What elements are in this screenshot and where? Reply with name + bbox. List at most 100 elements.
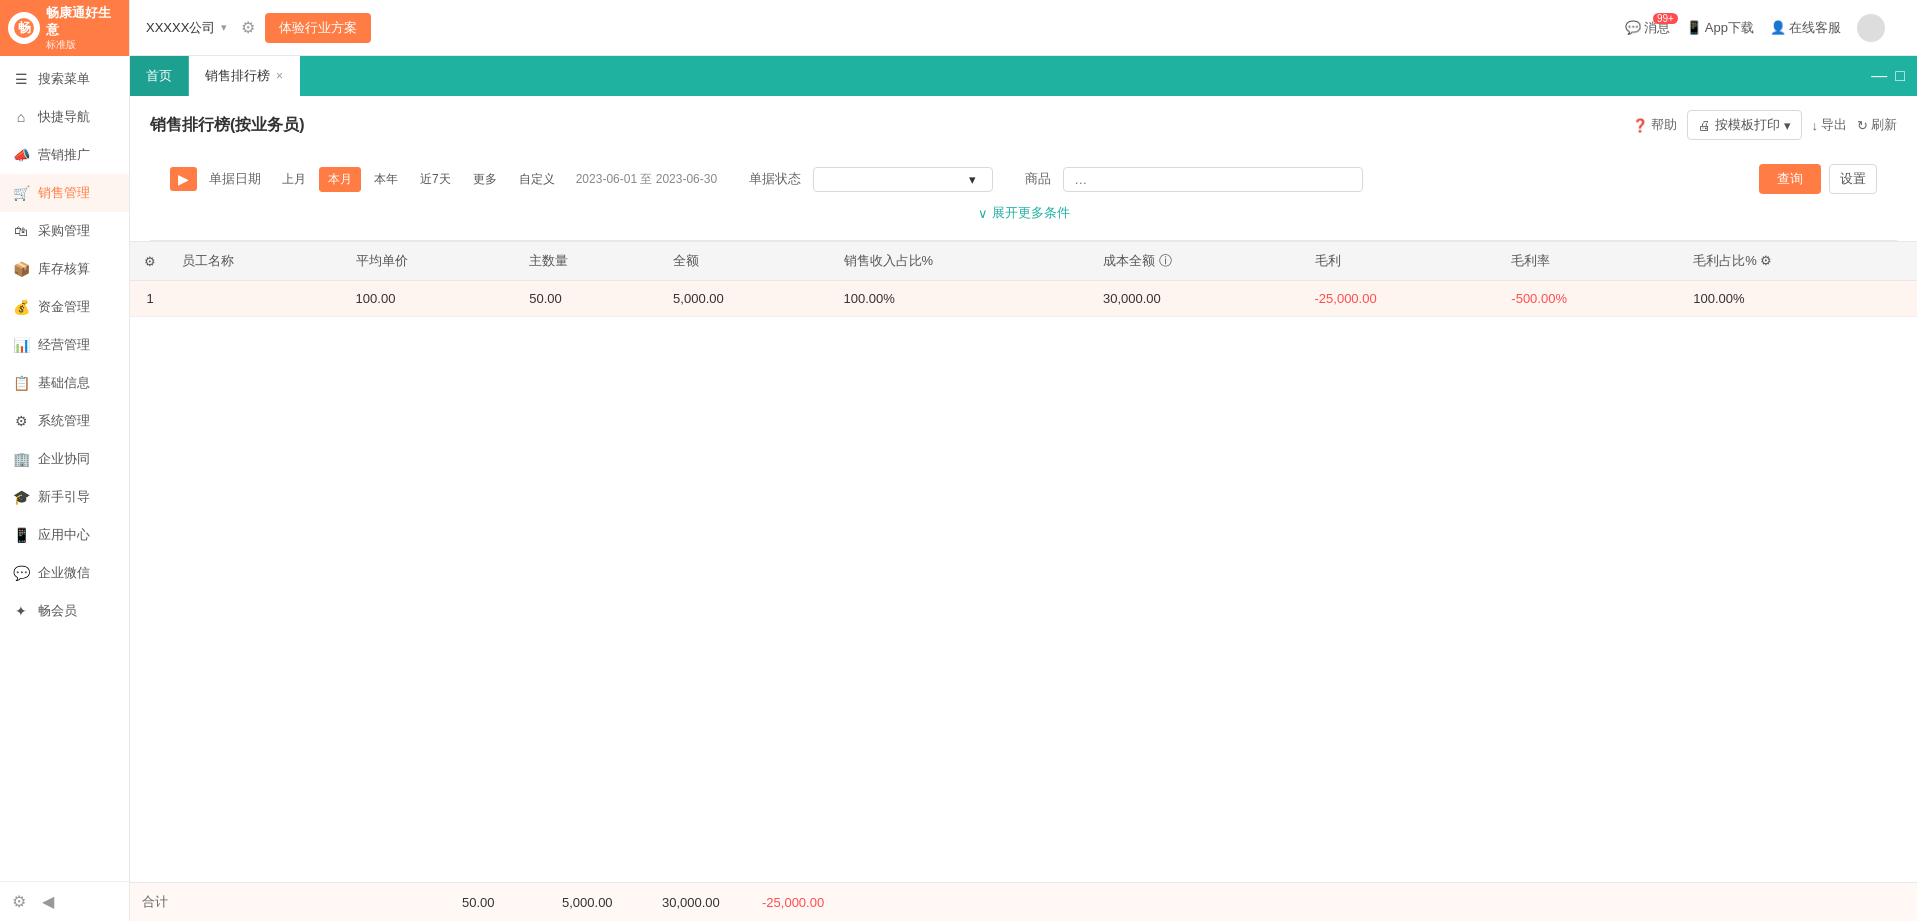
cell-gross-rate: -500.00%	[1499, 281, 1681, 317]
col-avg-price: 平均单价	[344, 242, 518, 281]
page-title: 销售排行榜(按业务员)	[150, 115, 305, 136]
guide-icon: 🎓	[12, 489, 30, 505]
topbar-gear-icon[interactable]: ⚙	[241, 18, 255, 37]
col-gross-rate: 毛利率	[1499, 242, 1681, 281]
sidebar-item-system[interactable]: ⚙ 系统管理	[0, 402, 129, 440]
sidebar-item-quick-nav[interactable]: ⌂ 快捷导航	[0, 98, 129, 136]
query-button[interactable]: 查询	[1759, 164, 1821, 194]
cell-avg-price: 100.00	[344, 281, 518, 317]
topbar-right: 💬 消息 99+ 📱 App下载 👤 在线客服	[1625, 14, 1901, 42]
cell-amount: 5,000.00	[661, 281, 831, 317]
system-icon: ⚙	[12, 413, 30, 429]
sidebar-item-member[interactable]: ✦ 畅会员	[0, 592, 129, 630]
settings-footer-icon[interactable]: ⚙	[12, 892, 26, 911]
status-select[interactable]: ▾	[813, 167, 993, 192]
tabs-window-controls: — □	[1859, 67, 1917, 85]
filter-toggle-btn[interactable]: ▶	[170, 167, 197, 191]
sidebar-item-guide[interactable]: 🎓 新手引导	[0, 478, 129, 516]
cell-employee	[170, 281, 344, 317]
cell-gross: -25,000.00	[1303, 281, 1500, 317]
sidebar-item-purchase[interactable]: 🛍 采购管理	[0, 212, 129, 250]
page-actions: ❓ 帮助 🖨 按模板打印 ▾ ↓ 导出 ↻ 刷新	[1632, 110, 1898, 140]
search-order-icon: ☰	[12, 71, 30, 87]
app-download-icon: 📱	[1686, 20, 1702, 35]
sidebar-item-wechat[interactable]: 💬 企业微信	[0, 554, 129, 592]
col-amount: 全额	[661, 242, 831, 281]
date-btn-this-month[interactable]: 本月	[319, 167, 361, 192]
settings-button[interactable]: 设置	[1829, 164, 1877, 194]
basic-icon: 📋	[12, 375, 30, 391]
minimize-icon[interactable]: —	[1871, 67, 1887, 85]
export-icon: ↓	[1812, 118, 1819, 133]
refresh-icon: ↻	[1857, 118, 1868, 133]
date-btn-this-year[interactable]: 本年	[365, 167, 407, 192]
filter-row: ▶ 单据日期 上月 本月 本年 近7天 更多 自定义 2023-06-01 至 …	[170, 164, 1877, 194]
chevron-down-icon: ∨	[978, 206, 988, 221]
date-btn-last-month[interactable]: 上月	[273, 167, 315, 192]
col-gross: 毛利	[1303, 242, 1500, 281]
expand-more-btn[interactable]: ∨ 展开更多条件	[170, 198, 1877, 228]
goods-search-field[interactable]	[1074, 172, 1352, 187]
col-settings: ⚙	[130, 242, 170, 281]
topbar-message[interactable]: 💬 消息 99+	[1625, 19, 1670, 37]
tab-sales-ranking[interactable]: 销售排行榜 ×	[189, 56, 300, 96]
date-btn-last7[interactable]: 近7天	[411, 167, 460, 192]
app-center-icon: 📱	[12, 527, 30, 543]
sidebar-logo: 畅 畅康通好生意 标准版	[0, 0, 129, 56]
sidebar: 畅 畅康通好生意 标准版 ☰ 搜索菜单 ⌂ 快捷导航 📣 营销推广 🛒 销售管理…	[0, 0, 130, 921]
topbar-app-download[interactable]: 📱 App下载	[1686, 19, 1754, 37]
inventory-icon: 📦	[12, 261, 30, 277]
refresh-btn[interactable]: ↻ 刷新	[1857, 116, 1897, 134]
sidebar-item-basic[interactable]: 📋 基础信息	[0, 364, 129, 402]
col-gross-pct: 毛利占比% ⚙	[1681, 242, 1917, 281]
sidebar-item-search-order[interactable]: ☰ 搜索菜单	[0, 60, 129, 98]
col-employee: 员工名称	[170, 242, 344, 281]
sales-icon: 🛒	[12, 185, 30, 201]
message-icon: 💬	[1625, 20, 1641, 35]
maximize-icon[interactable]: □	[1895, 67, 1905, 85]
sidebar-item-operation[interactable]: 📊 经营管理	[0, 326, 129, 364]
col-qty: 主数量	[517, 242, 661, 281]
collapse-icon[interactable]: ◀	[42, 892, 54, 911]
filter-right-buttons: 查询 设置	[1759, 164, 1877, 194]
trial-btn[interactable]: 体验行业方案	[265, 13, 371, 43]
content-area: ⚙ 员工名称 平均单价 主数量 全额 销售收入占比% 成本全额 ⓘ 毛利 毛利率…	[130, 242, 1917, 882]
date-btn-more[interactable]: 更多	[464, 167, 506, 192]
data-table: ⚙ 员工名称 平均单价 主数量 全额 销售收入占比% 成本全额 ⓘ 毛利 毛利率…	[130, 242, 1917, 317]
export-btn[interactable]: ↓ 导出	[1812, 116, 1848, 134]
cell-qty: 50.00	[517, 281, 661, 317]
logo-text: 畅康通好生意 标准版	[46, 5, 121, 52]
topbar-online-service[interactable]: 👤 在线客服	[1770, 19, 1841, 37]
status-dropdown-arrow: ▾	[969, 172, 976, 187]
help-btn[interactable]: ❓ 帮助	[1632, 116, 1677, 134]
svg-text:畅: 畅	[18, 20, 31, 35]
tab-home[interactable]: 首页	[130, 56, 189, 96]
sidebar-item-finance[interactable]: 💰 资金管理	[0, 288, 129, 326]
date-btn-custom[interactable]: 自定义	[510, 167, 564, 192]
sidebar-item-app-center[interactable]: 📱 应用中心	[0, 516, 129, 554]
cell-rank: 1	[130, 281, 170, 317]
sidebar-item-sales[interactable]: 🛒 销售管理	[0, 174, 129, 212]
help-icon: ❓	[1632, 118, 1648, 133]
finance-icon: 💰	[12, 299, 30, 315]
topbar: XXXXX公司 ▾ ⚙ 体验行业方案 💬 消息 99+ 📱 App下载 👤 在线…	[130, 0, 1917, 56]
total-amount: 5,000.00	[562, 895, 642, 910]
sidebar-item-inventory[interactable]: 📦 库存核算	[0, 250, 129, 288]
sidebar-item-marketing[interactable]: 📣 营销推广	[0, 136, 129, 174]
tab-bar: 首页 销售排行榜 × — □	[130, 56, 1917, 96]
col-sales-pct: 销售收入占比%	[832, 242, 1091, 281]
enterprise-icon: 🏢	[12, 451, 30, 467]
sidebar-item-enterprise[interactable]: 🏢 企业协同	[0, 440, 129, 478]
template-print-btn[interactable]: 🖨 按模板打印 ▾	[1687, 110, 1802, 140]
table-row: 1 100.00 50.00 5,000.00 100.00% 30,000.0…	[130, 281, 1917, 317]
avatar[interactable]	[1857, 14, 1885, 42]
table-header-row: ⚙ 员工名称 平均单价 主数量 全额 销售收入占比% 成本全额 ⓘ 毛利 毛利率…	[130, 242, 1917, 281]
message-badge: 99+	[1653, 13, 1678, 24]
date-filter-buttons: 上月 本月 本年 近7天 更多 自定义	[273, 167, 564, 192]
table-footer: 合计 50.00 5,000.00 30,000.00 -25,000.00	[130, 882, 1917, 921]
goods-input[interactable]	[1063, 167, 1363, 192]
service-icon: 👤	[1770, 20, 1786, 35]
company-selector[interactable]: XXXXX公司 ▾	[146, 19, 227, 37]
tab-close-icon[interactable]: ×	[276, 69, 283, 83]
home-icon: ⌂	[12, 109, 30, 125]
